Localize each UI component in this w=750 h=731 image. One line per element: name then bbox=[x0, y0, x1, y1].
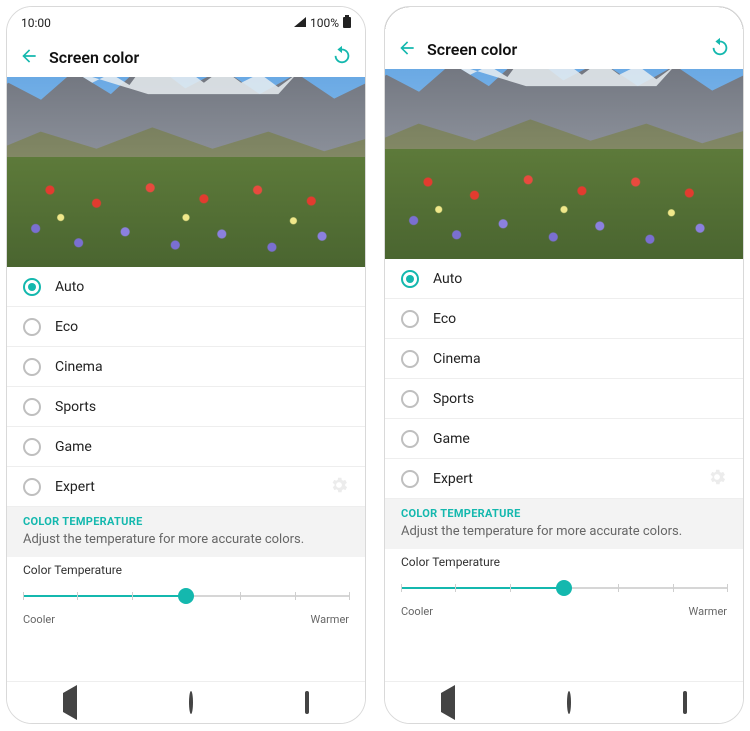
battery-text: 100% bbox=[310, 16, 339, 30]
slider-warmer-label: Warmer bbox=[689, 605, 728, 618]
temperature-slider-block: Color Temperature Cooler Warmer bbox=[7, 557, 365, 626]
slider-thumb[interactable] bbox=[556, 580, 572, 596]
radio-icon[interactable] bbox=[401, 430, 419, 448]
signal-icon bbox=[294, 16, 306, 30]
temperature-slider-label: Color Temperature bbox=[401, 555, 727, 569]
color-mode-option-game[interactable]: Game bbox=[385, 419, 743, 459]
phone-with-notch: 10:00 100% Screen color Auto Eco Cinema Spo… bbox=[6, 6, 366, 724]
slider-fill bbox=[401, 587, 564, 589]
radio-icon[interactable] bbox=[23, 318, 41, 336]
color-mode-list: Auto Eco Cinema Sports Game Expert bbox=[385, 259, 743, 499]
slider-fill bbox=[23, 595, 186, 597]
radio-icon[interactable] bbox=[23, 438, 41, 456]
nav-back-icon[interactable] bbox=[441, 693, 455, 712]
radio-icon[interactable] bbox=[401, 470, 419, 488]
radio-icon[interactable] bbox=[401, 390, 419, 408]
temperature-description: Adjust the temperature for more accurate… bbox=[7, 532, 365, 557]
radio-icon[interactable] bbox=[23, 278, 41, 296]
color-mode-option-expert[interactable]: Expert bbox=[7, 467, 365, 507]
battery-icon bbox=[343, 15, 351, 31]
status-bar: 10:00 100% bbox=[385, 7, 743, 29]
radio-icon[interactable] bbox=[23, 398, 41, 416]
preview-image bbox=[385, 69, 743, 259]
radio-icon[interactable] bbox=[23, 358, 41, 376]
option-label: Sports bbox=[433, 391, 727, 407]
option-label: Sports bbox=[55, 399, 349, 415]
temperature-description: Adjust the temperature for more accurate… bbox=[385, 524, 743, 549]
option-label: Game bbox=[55, 439, 349, 455]
nav-home-icon[interactable] bbox=[189, 693, 193, 712]
nav-recent-icon[interactable] bbox=[305, 693, 309, 712]
status-right: 100% bbox=[294, 15, 351, 31]
temperature-slider[interactable] bbox=[401, 579, 727, 597]
option-label: Auto bbox=[433, 271, 727, 287]
app-bar: Screen color bbox=[385, 29, 743, 69]
color-mode-option-sports[interactable]: Sports bbox=[7, 387, 365, 427]
page-title: Screen color bbox=[427, 40, 699, 59]
option-label: Eco bbox=[433, 311, 727, 327]
temperature-heading: COLOR TEMPERATURE bbox=[401, 507, 727, 520]
color-mode-option-cinema[interactable]: Cinema bbox=[385, 339, 743, 379]
radio-icon[interactable] bbox=[23, 478, 41, 496]
temperature-slider-block: Color Temperature Cooler Warmer bbox=[385, 549, 743, 618]
option-label: Cinema bbox=[433, 351, 727, 367]
status-time: 10:00 bbox=[21, 16, 51, 30]
nav-recent-icon[interactable] bbox=[683, 693, 687, 712]
slider-thumb[interactable] bbox=[178, 588, 194, 604]
color-mode-option-cinema[interactable]: Cinema bbox=[7, 347, 365, 387]
option-label: Game bbox=[433, 431, 727, 447]
back-arrow-icon[interactable] bbox=[19, 46, 39, 69]
status-time: 10:00 bbox=[399, 12, 426, 25]
option-label: Auto bbox=[55, 279, 349, 295]
radio-icon[interactable] bbox=[401, 310, 419, 328]
color-mode-option-auto[interactable]: Auto bbox=[7, 267, 365, 307]
back-arrow-icon[interactable] bbox=[397, 38, 417, 61]
battery-text: 100% bbox=[690, 12, 717, 25]
temperature-section-header: COLOR TEMPERATURE bbox=[385, 499, 743, 524]
color-mode-option-sports[interactable]: Sports bbox=[385, 379, 743, 419]
temperature-heading: COLOR TEMPERATURE bbox=[23, 515, 349, 528]
radio-icon[interactable] bbox=[401, 350, 419, 368]
temperature-section-header: COLOR TEMPERATURE bbox=[7, 507, 365, 532]
battery-icon bbox=[721, 10, 729, 26]
preview-image bbox=[7, 77, 365, 267]
option-label: Expert bbox=[55, 479, 315, 495]
temperature-slider-label: Color Temperature bbox=[23, 563, 349, 577]
nav-home-icon[interactable] bbox=[567, 693, 571, 712]
color-mode-option-eco[interactable]: Eco bbox=[385, 299, 743, 339]
option-label: Expert bbox=[433, 471, 693, 487]
nav-back-icon[interactable] bbox=[63, 693, 77, 712]
color-mode-list: Auto Eco Cinema Sports Game Expert bbox=[7, 267, 365, 507]
color-mode-option-auto[interactable]: Auto bbox=[385, 259, 743, 299]
reset-icon[interactable] bbox=[709, 36, 731, 62]
color-mode-option-game[interactable]: Game bbox=[7, 427, 365, 467]
navigation-bar bbox=[385, 681, 743, 723]
slider-cooler-label: Cooler bbox=[23, 613, 55, 626]
page-title: Screen color bbox=[49, 48, 321, 67]
reset-icon[interactable] bbox=[331, 44, 353, 70]
gear-icon[interactable] bbox=[707, 467, 727, 491]
app-bar: Screen color bbox=[7, 37, 365, 77]
option-label: Cinema bbox=[55, 359, 349, 375]
slider-cooler-label: Cooler bbox=[401, 605, 433, 618]
temperature-slider[interactable] bbox=[23, 587, 349, 605]
signal-icon bbox=[674, 12, 686, 25]
color-mode-option-expert[interactable]: Expert bbox=[385, 459, 743, 499]
radio-icon[interactable] bbox=[401, 270, 419, 288]
navigation-bar bbox=[7, 681, 365, 723]
status-right: 100% bbox=[674, 10, 729, 26]
status-bar: 10:00 100% bbox=[7, 7, 365, 37]
option-label: Eco bbox=[55, 319, 349, 335]
slider-warmer-label: Warmer bbox=[311, 613, 350, 626]
phone-without-notch: 10:00 100% Screen color Auto Eco Cinema Spo… bbox=[384, 6, 744, 724]
gear-icon[interactable] bbox=[329, 475, 349, 499]
color-mode-option-eco[interactable]: Eco bbox=[7, 307, 365, 347]
